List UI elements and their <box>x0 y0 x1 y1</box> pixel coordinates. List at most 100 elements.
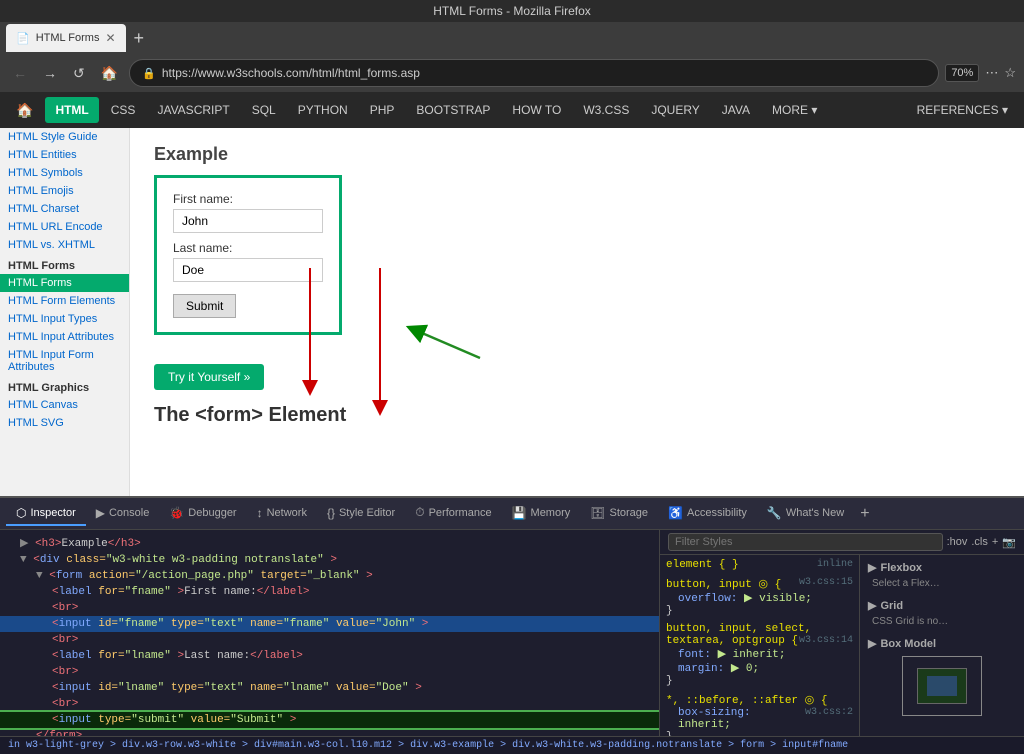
reload-button[interactable]: ↺ <box>68 63 90 84</box>
nav-html[interactable]: HTML <box>45 97 98 123</box>
html-line-br3[interactable]: <br> <box>0 664 659 680</box>
screenshot-icon[interactable]: 📷 <box>1002 536 1016 549</box>
flexbox-title[interactable]: ▶ Flexbox <box>868 559 1016 576</box>
sidebar-item-svg[interactable]: HTML SVG <box>0 414 129 432</box>
box-model-chevron: ▶ <box>868 637 876 650</box>
performance-icon: ⏱ <box>415 505 424 520</box>
nav-w3css[interactable]: W3.CSS <box>573 97 639 123</box>
nav-more[interactable]: MORE ▾ <box>762 97 827 123</box>
html-line-form[interactable]: ▼ <form action="/action_page.php" target… <box>0 568 659 584</box>
browser-tab[interactable]: 📄 HTML Forms ✕ <box>6 24 126 52</box>
html-line-h3[interactable]: ▶ <h3>Example</h3> <box>0 534 659 552</box>
box-model-title[interactable]: ▶ Box Model <box>868 635 1016 652</box>
w3-navbar: 🏠 HTML CSS JAVASCRIPT SQL PYTHON PHP BOO… <box>0 92 1024 128</box>
devtools-tab-performance[interactable]: ⏱ Performance <box>405 501 501 526</box>
styles-action-icons: :hov .cls + 📷 <box>947 536 1016 549</box>
devtools-tab-bar: ⬡ Inspector ▶ Console 🐞 Debugger ↕ Netwo… <box>0 498 1024 530</box>
network-icon: ↕ <box>257 506 263 520</box>
styles-content-area: element { } inline button, input ◎ { w3.… <box>660 555 1024 736</box>
html-line-input-fname[interactable]: <input id="fname" type="text" name="fnam… <box>0 616 659 632</box>
back-button[interactable]: ← <box>8 63 32 83</box>
devtools-tab-debugger[interactable]: 🐞 Debugger <box>159 502 246 526</box>
sidebar-item-form-elements[interactable]: HTML Form Elements <box>0 292 129 310</box>
grid-title[interactable]: ▶ Grid <box>868 597 1016 614</box>
devtools-tab-style-editor[interactable]: {} Style Editor <box>317 502 405 526</box>
nav-php[interactable]: PHP <box>360 97 405 123</box>
html-line-br4[interactable]: <br> <box>0 696 659 712</box>
nav-css[interactable]: CSS <box>101 97 146 123</box>
example-heading: Example <box>154 144 1000 165</box>
inspector-label: Inspector <box>30 507 75 519</box>
accessibility-icon: ♿ <box>668 506 683 520</box>
nav-references[interactable]: REFERENCES ▾ <box>907 97 1018 123</box>
sidebar-item-entities[interactable]: HTML Entities <box>0 146 129 164</box>
layout-panel: ▶ Flexbox Select a Flex… ▶ Grid CSS Grid… <box>860 555 1024 736</box>
nav-python[interactable]: PYTHON <box>288 97 358 123</box>
html-line-label-fname[interactable]: <label for="fname" >First name:</label> <box>0 584 659 600</box>
html-line-br2[interactable]: <br> <box>0 632 659 648</box>
nav-sql[interactable]: SQL <box>242 97 286 123</box>
url-bar[interactable]: 🔒 https://www.w3schools.com/html/html_fo… <box>129 59 939 87</box>
devtools-tab-storage[interactable]: 🗄 Storage <box>580 502 658 526</box>
sidebar-item-canvas[interactable]: HTML Canvas <box>0 396 129 414</box>
nav-java[interactable]: JAVA <box>712 97 760 123</box>
last-name-input[interactable] <box>173 258 323 282</box>
home-button[interactable]: 🏠 <box>96 63 123 84</box>
flexbox-hint: Select a Flex… <box>868 576 1016 591</box>
debugger-label: Debugger <box>188 507 236 519</box>
sidebar-item-input-types[interactable]: HTML Input Types <box>0 310 129 328</box>
sidebar-item-input-attributes[interactable]: HTML Input Attributes <box>0 328 129 346</box>
styles-filter-bar: :hov .cls + 📷 <box>660 530 1024 555</box>
sidebar-item-html-forms[interactable]: HTML Forms <box>0 274 129 292</box>
grid-chevron: ▶ <box>868 599 876 612</box>
html-line-form-close[interactable]: </form> <box>0 728 659 736</box>
html-line-input-lname[interactable]: <input id="lname" type="text" name="lnam… <box>0 680 659 696</box>
first-name-input[interactable] <box>173 209 323 233</box>
window-title: HTML Forms - Mozilla Firefox <box>433 4 591 18</box>
new-tab-button[interactable]: + <box>130 28 149 49</box>
html-line-div-w3white[interactable]: ▼ <div class="w3-white w3-padding notran… <box>0 552 659 568</box>
devtools-add-tab[interactable]: + <box>854 505 875 523</box>
submit-button[interactable]: Submit <box>173 294 236 318</box>
devtools-tab-inspector[interactable]: ⬡ Inspector <box>6 502 86 526</box>
cls-toggle[interactable]: .cls <box>971 536 988 548</box>
sidebar-item-charset[interactable]: HTML Charset <box>0 200 129 218</box>
grid-hint: CSS Grid is no… <box>868 614 1016 629</box>
sidebar-item-vs-xhtml[interactable]: HTML vs. XHTML <box>0 236 129 254</box>
styles-filter-input[interactable] <box>668 533 943 551</box>
html-line-br1[interactable]: <br> <box>0 600 659 616</box>
sidebar-item-symbols[interactable]: HTML Symbols <box>0 164 129 182</box>
hover-toggle[interactable]: :hov <box>947 536 968 548</box>
lock-icon: 🔒 <box>142 67 156 80</box>
style-rule-element: element { } inline <box>666 559 853 571</box>
sidebar-item-style-guide[interactable]: HTML Style Guide <box>0 128 129 146</box>
layout-flexbox-section: ▶ Flexbox Select a Flex… <box>868 559 1016 591</box>
bookmark-icon[interactable]: ☆ <box>1004 65 1016 81</box>
try-it-yourself-button[interactable]: Try it Yourself » <box>154 364 264 390</box>
devtools-tab-whats-new[interactable]: 🔧 What's New <box>757 502 854 526</box>
nav-home[interactable]: 🏠 <box>6 96 43 125</box>
devtools-tab-console[interactable]: ▶ Console <box>86 502 160 526</box>
example-box: First name: Last name: Submit <box>154 175 342 335</box>
forward-button[interactable]: → <box>38 63 62 83</box>
nav-bootstrap[interactable]: BOOTSTRAP <box>406 97 500 123</box>
add-rule-button[interactable]: + <box>992 536 998 548</box>
memory-label: Memory <box>531 507 571 519</box>
network-label: Network <box>267 507 307 519</box>
sidebar-item-emojis[interactable]: HTML Emojis <box>0 182 129 200</box>
devtools-tab-memory[interactable]: 💾 Memory <box>502 502 581 526</box>
devtools-tab-network[interactable]: ↕ Network <box>247 502 317 526</box>
nav-howto[interactable]: HOW TO <box>502 97 571 123</box>
style-editor-icon: {} <box>327 506 335 520</box>
sidebar-item-url-encode[interactable]: HTML URL Encode <box>0 218 129 236</box>
extensions-icon[interactable]: ⋯ <box>985 65 998 81</box>
html-line-label-lname[interactable]: <label for="lname" >Last name:</label> <box>0 648 659 664</box>
breadcrumb: in w3-light-grey > div.w3-row.w3-white >… <box>0 736 1024 754</box>
devtools-tab-accessibility[interactable]: ♿ Accessibility <box>658 502 757 526</box>
sidebar: HTML Style Guide HTML Entities HTML Symb… <box>0 128 130 496</box>
tab-close-button[interactable]: ✕ <box>105 31 115 45</box>
nav-jquery[interactable]: JQUERY <box>641 97 709 123</box>
sidebar-item-input-form-attributes[interactable]: HTML Input Form Attributes <box>0 346 129 376</box>
html-line-input-submit[interactable]: <input type="submit" value="Submit" > <box>0 712 659 728</box>
nav-javascript[interactable]: JAVASCRIPT <box>147 97 239 123</box>
